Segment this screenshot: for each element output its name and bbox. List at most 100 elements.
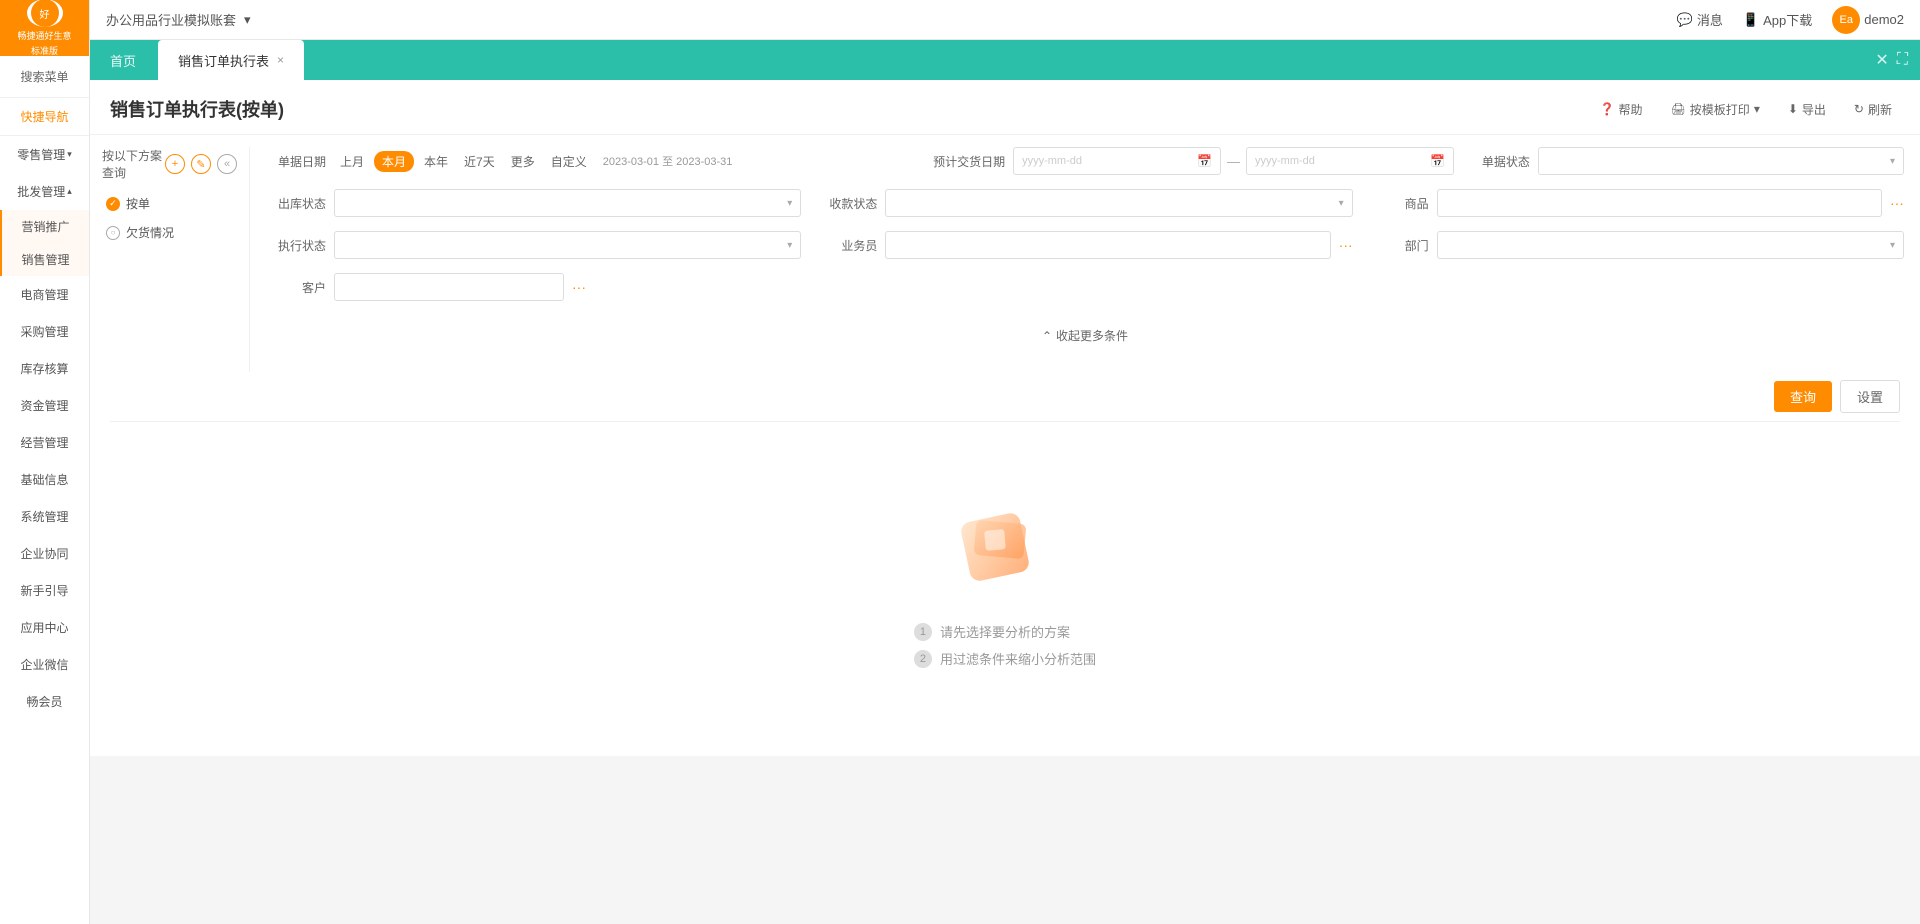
sidebar-item-inventory[interactable]: 库存核算 (0, 350, 89, 387)
customer-input[interactable] (334, 273, 564, 301)
tab-fullscreen-icon[interactable]: ⛶ (1897, 51, 1908, 69)
help-button[interactable]: ❓ 帮助 (1592, 97, 1651, 122)
salesperson-more-icon[interactable]: ··· (1339, 237, 1353, 253)
user-avatar: Ea (1832, 6, 1860, 34)
filter-field-out-status: 出库状态 ▾ (266, 189, 801, 217)
print-dropdown-icon: ▾ (1754, 102, 1760, 116)
tab-sales-order[interactable]: 销售订单执行表 × (158, 40, 304, 80)
expected-date-end-input[interactable]: yyyy-mm-dd 📅 (1246, 147, 1454, 175)
sidebar-item-wholesale[interactable]: 批发管理 ▴ (0, 173, 89, 210)
filter-row-4: 客户 ··· (266, 273, 1904, 301)
export-icon: ⬇ (1788, 102, 1798, 116)
filter-field-salesperson: 业务员 ··· (817, 231, 1352, 259)
payment-status-arrow: ▾ (1339, 198, 1344, 209)
filter-area: 按以下方案查询 + ✎ « ✓ 按单 ○ 欠货情况 (90, 135, 1920, 372)
sidebar-item-operations[interactable]: 经营管理 (0, 424, 89, 461)
help-icon: ❓ (1600, 102, 1615, 116)
filter-field-expected-date: 预计交货日期 yyyy-mm-dd 📅 — yyyy-mm-dd 📅 (933, 147, 1454, 175)
collapse-scheme-icon[interactable]: « (217, 154, 237, 174)
exec-status-label: 执行状态 (266, 237, 326, 254)
edit-scheme-icon[interactable]: ✎ (191, 154, 211, 174)
payment-status-select[interactable]: ▾ (885, 189, 1352, 217)
salesperson-input[interactable] (885, 231, 1330, 259)
salesperson-label: 业务员 (817, 237, 877, 254)
sidebar-item-ecommerce[interactable]: 电商管理 (0, 276, 89, 313)
phone-icon: 📱 (1743, 12, 1759, 28)
date-tab-thismonth[interactable]: 本月 (374, 151, 414, 172)
sidebar-subitem-marketing[interactable]: 营销推广 (2, 210, 89, 243)
filter-field-department: 部门 ▾ (1369, 231, 1904, 259)
scheme-item-按单[interactable]: ✓ 按单 (102, 189, 237, 218)
query-button[interactable]: 查询 (1774, 381, 1832, 412)
date-tab-lastmonth[interactable]: 上月 (334, 151, 370, 172)
payment-status-label: 收款状态 (817, 195, 877, 212)
sidebar-item-system[interactable]: 系统管理 (0, 498, 89, 535)
filter-row-3: 执行状态 ▾ 业务员 ··· 部门 (266, 231, 1904, 259)
sidebar-item-basic[interactable]: 基础信息 (0, 461, 89, 498)
filter-row-2: 出库状态 ▾ 收款状态 ▾ (266, 189, 1904, 217)
print-button[interactable]: 🖨 按模板打印 ▾ (1663, 97, 1768, 122)
department-arrow: ▾ (1890, 240, 1895, 251)
export-button[interactable]: ⬇ 导出 (1780, 97, 1834, 122)
empty-icon (955, 502, 1055, 602)
empty-state: 1 请先选择要分析的方案 2 用过滤条件来缩小分析范围 (90, 422, 1920, 756)
empty-hint-1: 1 请先选择要分析的方案 (914, 622, 1096, 641)
topbar-title: 办公用品行业模拟账套 (106, 10, 236, 29)
date-tab-7days[interactable]: 近7天 (458, 151, 501, 172)
sidebar-item-member[interactable]: 畅会员 (0, 683, 89, 720)
user-name: demo2 (1864, 12, 1904, 27)
filter-sidebar-label: 按以下方案查询 (102, 147, 165, 181)
toolbar-row: 查询 设置 (90, 372, 1920, 421)
sidebar-search[interactable]: 搜索菜单 (0, 62, 89, 91)
filter-row-1: 单据日期 上月 本月 本年 近7天 更多 自定义 20 (266, 147, 1904, 175)
out-status-label: 出库状态 (266, 195, 326, 212)
date-range-text: 2023-03-01 至 2023-03-31 (603, 153, 733, 169)
message-icon: 💬 (1677, 12, 1693, 28)
date-tab-thisyear[interactable]: 本年 (418, 151, 454, 172)
status-select-arrow: ▾ (1890, 156, 1895, 167)
department-select[interactable]: ▾ (1437, 231, 1904, 259)
status-select[interactable]: ▾ (1538, 147, 1904, 175)
sidebar-subitem-sales[interactable]: 销售管理 (2, 243, 89, 276)
sidebar-item-newuser[interactable]: 新手引导 (0, 572, 89, 609)
refresh-icon: ↻ (1854, 102, 1864, 116)
message-button[interactable]: 💬 消息 (1677, 10, 1723, 29)
sidebar-item-finance[interactable]: 资金管理 (0, 387, 89, 424)
add-scheme-icon[interactable]: + (165, 154, 185, 174)
settings-button[interactable]: 设置 (1840, 380, 1900, 413)
print-icon: 🖨 (1671, 102, 1686, 116)
sidebar-item-appstore[interactable]: 应用中心 (0, 609, 89, 646)
app-download-button[interactable]: 📱 App下载 (1743, 10, 1812, 29)
scheme-active-icon: ✓ (106, 197, 120, 211)
product-more-icon[interactable]: ··· (1890, 195, 1904, 211)
department-label: 部门 (1369, 237, 1429, 254)
topbar-dropdown[interactable]: ▾ (244, 12, 251, 28)
sidebar-item-enterprise[interactable]: 企业协同 (0, 535, 89, 572)
expected-date-start-input[interactable]: yyyy-mm-dd 📅 (1013, 147, 1221, 175)
filter-field-exec-status: 执行状态 ▾ (266, 231, 801, 259)
customer-more-icon[interactable]: ··· (572, 279, 586, 295)
tab-close-icon[interactable]: × (277, 53, 284, 67)
sidebar-logo: 好 畅捷通好生意 标准版 (0, 0, 89, 56)
out-status-select[interactable]: ▾ (334, 189, 801, 217)
product-input[interactable] (1437, 189, 1882, 217)
date-start-calendar-icon: 📅 (1197, 154, 1212, 168)
tab-home[interactable]: 首页 (90, 40, 156, 80)
exec-status-select[interactable]: ▾ (334, 231, 801, 259)
wholesale-arrow: ▴ (67, 186, 72, 197)
collapse-filter-button[interactable]: ⌃ 收起更多条件 (1042, 319, 1128, 352)
sidebar-quicknav[interactable]: 快捷导航 (0, 102, 89, 131)
date-tab-custom[interactable]: 自定义 (545, 151, 593, 172)
date-tab-more[interactable]: 更多 (505, 151, 541, 172)
sidebar-item-purchase[interactable]: 采购管理 (0, 313, 89, 350)
content-area: 销售订单执行表(按单) ❓ 帮助 🖨 按模板打印 ▾ ⬇ 导出 (90, 80, 1920, 924)
filter-field-product: 商品 ··· (1369, 189, 1904, 217)
product-label: 商品 (1369, 195, 1429, 212)
sidebar-item-retail[interactable]: 零售管理 ▾ (0, 136, 89, 173)
filter-sidebar: 按以下方案查询 + ✎ « ✓ 按单 ○ 欠货情况 (90, 147, 250, 372)
sidebar-item-wechat[interactable]: 企业微信 (0, 646, 89, 683)
tab-close-all-icon[interactable]: ✕ (1875, 50, 1888, 70)
refresh-button[interactable]: ↻ 刷新 (1846, 97, 1900, 122)
user-area[interactable]: Ea demo2 (1832, 6, 1904, 34)
scheme-item-欠货情况[interactable]: ○ 欠货情况 (102, 218, 237, 247)
